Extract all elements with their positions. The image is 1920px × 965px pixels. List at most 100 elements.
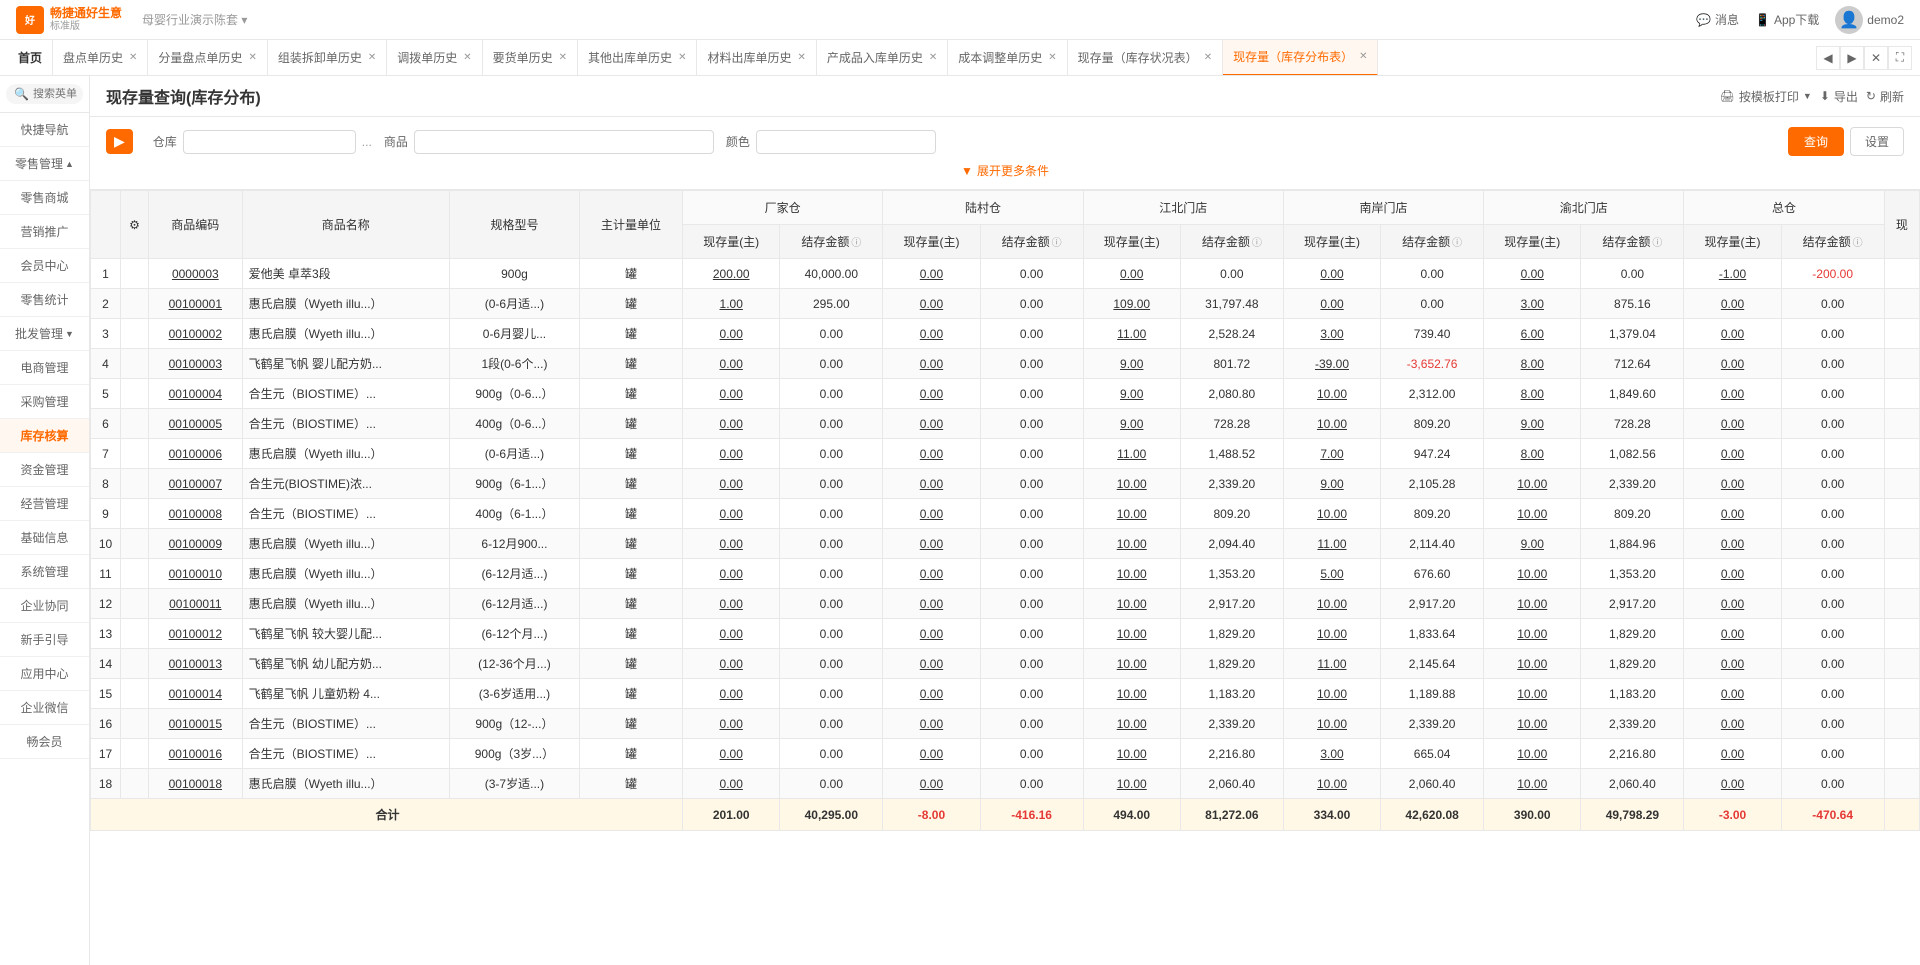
tab-order[interactable]: 要货单历史 ✕ (483, 40, 578, 76)
sidebar-item-corp-wechat[interactable]: 企业微信 (0, 691, 89, 725)
nav-expand-btn[interactable]: ⛶ (1888, 46, 1912, 70)
sidebar-item-app-center[interactable]: 应用中心 (0, 657, 89, 691)
filter-product: 商品 babycare孕妇待产包 春季入院全套母子组合孕妇产后冬季月子用品 22… (384, 130, 714, 154)
download-icon: 📱 (1755, 13, 1770, 27)
table-row: 1600100015合生元（BIOSTIME）...900g（12-...）罐0… (91, 709, 1920, 739)
close-tab-material-out[interactable]: ✕ (797, 52, 805, 63)
table-row: 1300100012飞鹤星飞帆 较大婴儿配...(6-12个月...)罐0.00… (91, 619, 1920, 649)
chevron-icon: ▲ (65, 159, 74, 169)
close-tab-transfer[interactable]: ✕ (463, 52, 471, 63)
industry-selector[interactable]: 母婴行业演示陈套 ▾ (142, 11, 247, 28)
th-no (91, 191, 121, 259)
table-row: 1000100009惠氏启膜（Wyeth illu...）6-12月900...… (91, 529, 1920, 559)
main-layout: 🔍 快捷导航 零售管理 ▲ 零售商城 营销推广 会员中心 零售统计 批发管理 ▼… (0, 76, 1920, 965)
warehouse-dots-btn[interactable]: ... (362, 135, 372, 149)
settings-btn[interactable]: 设置 (1850, 127, 1904, 156)
filter-row: ▶ 仓库 ... 商品 babycare孕妇待产包 春季入院全套母子组合孕妇产后… (106, 127, 1904, 156)
sidebar-item-stock[interactable]: 库存核算 (0, 419, 89, 453)
warehouse-label: 仓库 (153, 133, 177, 150)
table-row: 1400100013飞鹤星飞帆 幼儿配方奶...(12-36个月...)罐0.0… (91, 649, 1920, 679)
sidebar-item-member-center[interactable]: 会员中心 (0, 249, 89, 283)
table-row: 900100008合生元（BIOSTIME）...400g（6-1...）罐0.… (91, 499, 1920, 529)
stock-table: ⚙ 商品编码 商品名称 规格型号 主计量单位 厂家仓 陆村仓 江北门店 南岸门店… (90, 190, 1920, 831)
tab-sub-inventory[interactable]: 分量盘点单历史 ✕ (148, 40, 267, 76)
sidebar-item-purchase[interactable]: 采购管理 (0, 385, 89, 419)
sidebar-item-retail-stats[interactable]: 零售统计 (0, 283, 89, 317)
close-tab-cost-adjust[interactable]: ✕ (1048, 52, 1056, 63)
filter-collapse-btn[interactable]: ▶ (106, 129, 133, 154)
table-row: 800100007合生元(BIOSTIME)浓...900g（6-1...）罐0… (91, 469, 1920, 499)
sidebar-item-enterprise[interactable]: 企业协同 (0, 589, 89, 623)
sidebar-item-system[interactable]: 系统管理 (0, 555, 89, 589)
sidebar-item-ecommerce[interactable]: 电商管理 (0, 351, 89, 385)
tab-home[interactable]: 首页 (8, 40, 53, 76)
th-current: 现 (1884, 191, 1919, 259)
sidebar-search-input[interactable] (33, 88, 88, 100)
table-footer-row: 合计201.0040,295.00-8.00-416.16494.0081,27… (91, 799, 1920, 831)
close-tab-sub[interactable]: ✕ (248, 52, 256, 63)
table-row: 10000003爱他美 卓萃3段900g罐200.0040,000.000.00… (91, 259, 1920, 289)
close-tab-other-out[interactable]: ✕ (678, 52, 686, 63)
export-btn[interactable]: ⬇ 导出 (1820, 88, 1858, 105)
tab-transfer[interactable]: 调拨单历史 ✕ (387, 40, 482, 76)
nav-prev-btn[interactable]: ◀ (1816, 46, 1840, 70)
close-tab-assemble[interactable]: ✕ (368, 52, 376, 63)
th-total-qty: 现存量(主) (1684, 225, 1781, 259)
message-btn[interactable]: 💬 消息 (1696, 11, 1739, 28)
chevron-down-icon: ▼ (65, 329, 74, 339)
nav-next-btn[interactable]: ▶ (1840, 46, 1864, 70)
refresh-icon: ↻ (1866, 89, 1876, 103)
color-input[interactable] (756, 130, 936, 154)
table-row: 1800100018惠氏启膜（Wyeth illu...）(3-7岁适...)罐… (91, 769, 1920, 799)
sidebar-item-wholesale-mgmt[interactable]: 批发管理 ▼ (0, 317, 89, 351)
th-yubei-qty: 现存量(主) (1484, 225, 1581, 259)
th-spec: 规格型号 (449, 191, 579, 259)
th-product-name: 商品名称 (242, 191, 449, 259)
product-input[interactable]: babycare孕妇待产包 春季入院全套母子组合孕妇产后冬季月子用品 22件套 … (414, 130, 714, 154)
table-container[interactable]: ⚙ 商品编码 商品名称 规格型号 主计量单位 厂家仓 陆村仓 江北门店 南岸门店… (90, 190, 1920, 965)
table-row: 1700100016合生元（BIOSTIME）...900g（3岁...）罐0.… (91, 739, 1920, 769)
app-download-btn[interactable]: 📱 App下载 (1755, 11, 1819, 28)
close-tab-product-in[interactable]: ✕ (929, 52, 937, 63)
expand-filter-btn[interactable]: ▼ 展开更多条件 (961, 162, 1049, 179)
tab-inventory-single[interactable]: 盘点单历史 ✕ (53, 40, 148, 76)
tab-assemble[interactable]: 组装拆卸单历史 ✕ (268, 40, 387, 76)
search-icon: 🔍 (14, 87, 29, 101)
close-tab-order[interactable]: ✕ (559, 52, 567, 63)
sidebar-item-operation[interactable]: 经营管理 (0, 487, 89, 521)
table-row: 1100100010惠氏启膜（Wyeth illu...）(6-12月适...)… (91, 559, 1920, 589)
refresh-btn[interactable]: ↻ 刷新 (1866, 88, 1904, 105)
sidebar-item-member[interactable]: 畅会员 (0, 725, 89, 759)
close-tab-inventory[interactable]: ✕ (129, 52, 137, 63)
table-row: 700100006惠氏启膜（Wyeth illu...）(0-6月适...)罐0… (91, 439, 1920, 469)
close-tab-stock-status[interactable]: ✕ (1204, 52, 1212, 63)
th-changjiacao-amt: 结存金额ⓘ (780, 225, 883, 259)
tab-material-out[interactable]: 材料出库单历史 ✕ (697, 40, 816, 76)
sidebar-item-quick-nav[interactable]: 快捷导航 (0, 113, 89, 147)
query-btn[interactable]: 查询 (1788, 127, 1844, 156)
sidebar-item-basic-info[interactable]: 基础信息 (0, 521, 89, 555)
sidebar-item-marketing[interactable]: 营销推广 (0, 215, 89, 249)
sidebar-item-guide[interactable]: 新手引导 (0, 623, 89, 657)
th-total-amt: 结存金额ⓘ (1781, 225, 1884, 259)
tab-product-in[interactable]: 产成品入库单历史 ✕ (817, 40, 948, 76)
warehouse-input[interactable] (183, 130, 356, 154)
top-bar-left: 好 畅捷通好生意 标准版 母婴行业演示陈套 ▾ (16, 6, 247, 34)
sidebar-item-retail-mall[interactable]: 零售商城 (0, 181, 89, 215)
tab-cost-adjust[interactable]: 成本调整单历史 ✕ (948, 40, 1067, 76)
sidebar-item-finance[interactable]: 资金管理 (0, 453, 89, 487)
tab-other-out[interactable]: 其他出库单历史 ✕ (578, 40, 697, 76)
th-lucun: 陆村仓 (883, 191, 1083, 225)
user-area[interactable]: 👤 demo2 (1835, 6, 1904, 34)
nav-close-all-btn[interactable]: ✕ (1864, 46, 1888, 70)
print-btn[interactable]: 🖨 按模板打印 ▼ (1720, 88, 1812, 105)
tab-stock-dist[interactable]: 现存量（库存分布表） ✕ (1223, 40, 1378, 76)
print-arrow-icon: ▼ (1803, 91, 1812, 101)
avatar: 👤 (1835, 6, 1863, 34)
th-settings[interactable]: ⚙ (121, 191, 149, 259)
filter-color: 颜色 (726, 130, 936, 154)
table-footer: 合计201.0040,295.00-8.00-416.16494.0081,27… (91, 799, 1920, 831)
tab-stock-status[interactable]: 现存量（库存状况表） ✕ (1068, 40, 1223, 76)
close-tab-stock-dist[interactable]: ✕ (1359, 51, 1367, 62)
sidebar-item-retail-mgmt[interactable]: 零售管理 ▲ (0, 147, 89, 181)
